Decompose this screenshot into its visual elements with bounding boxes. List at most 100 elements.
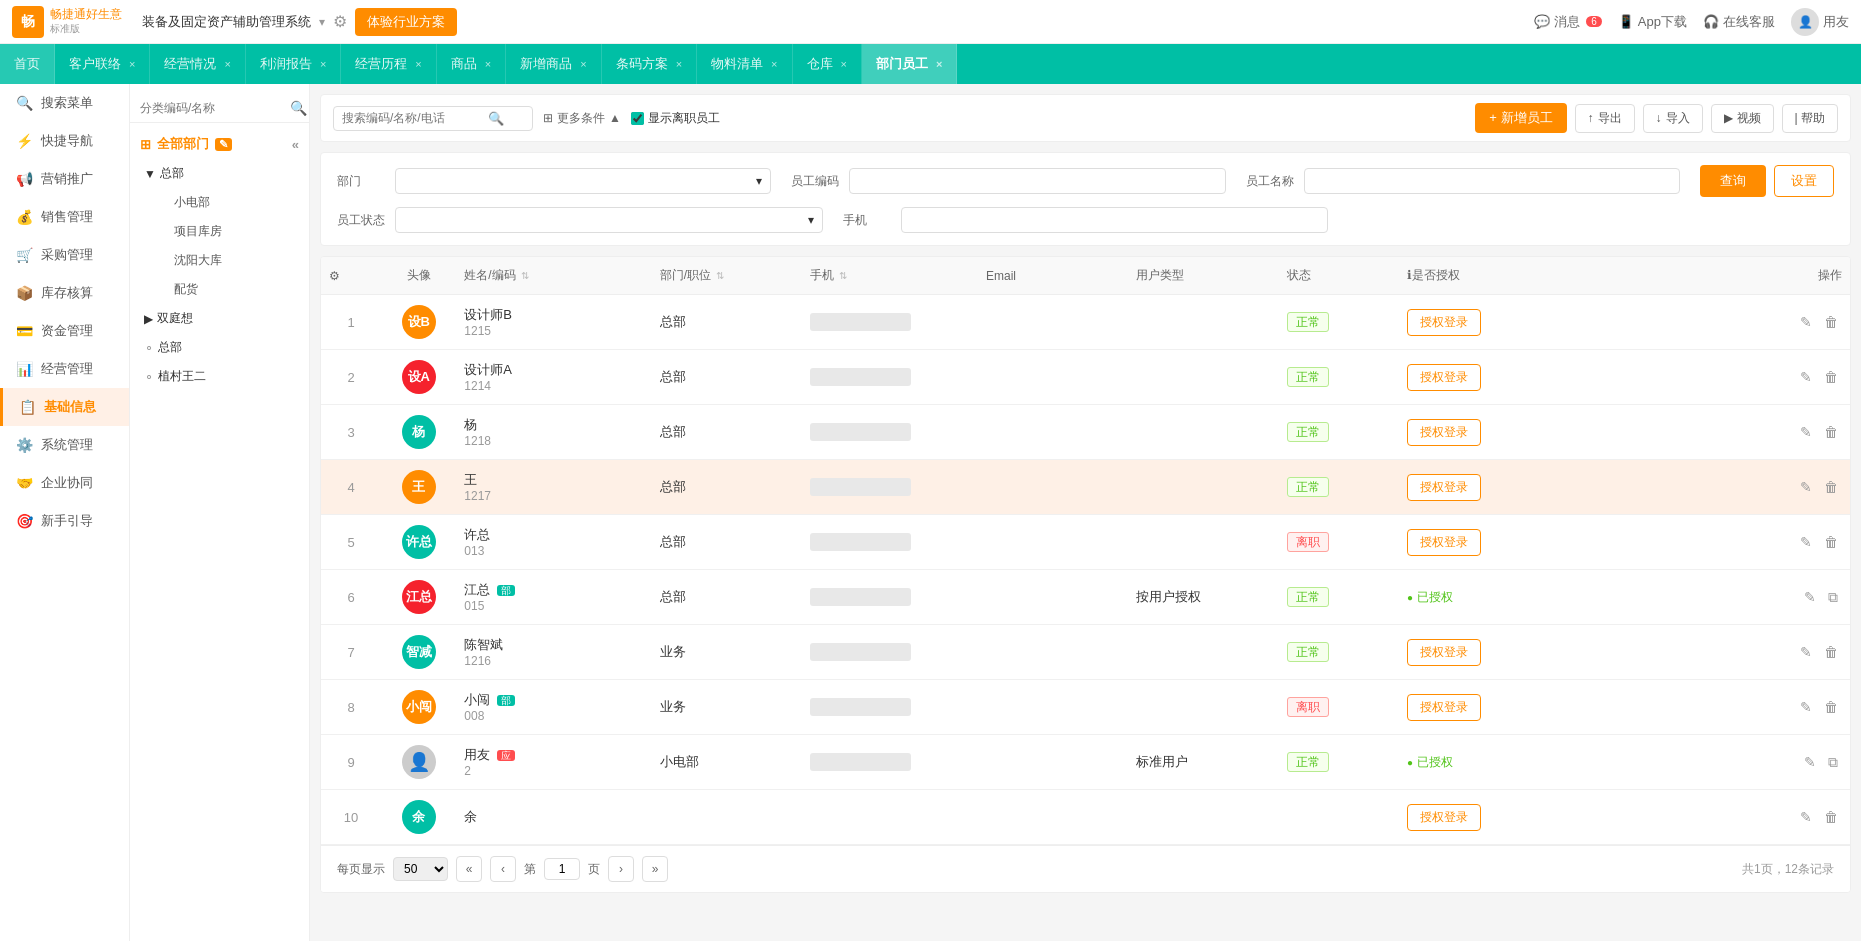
message-btn[interactable]: 💬 消息 6 <box>1534 13 1602 31</box>
sidebar-item-guide[interactable]: 🎯 新手引导 <box>0 502 129 540</box>
tab-employees[interactable]: 部门员工 × <box>862 44 957 84</box>
tab-home[interactable]: 首页 <box>0 44 55 84</box>
dept-select[interactable]: ▾ <box>395 168 771 194</box>
auth-login-button[interactable]: 授权登录 <box>1407 309 1481 336</box>
more-conditions-btn[interactable]: ⊞ 更多条件 ▲ <box>543 110 621 127</box>
help-button[interactable]: | 帮助 <box>1782 104 1838 133</box>
tab-profit[interactable]: 利润报告 × <box>246 44 341 84</box>
tree-group-zongbu[interactable]: ▼ 总部 <box>130 159 309 188</box>
edit-button[interactable]: ✎ <box>1796 477 1816 497</box>
employee-name-input[interactable] <box>1304 168 1680 194</box>
edit-button[interactable]: ✎ <box>1796 367 1816 387</box>
edit-button[interactable]: ✎ <box>1796 422 1816 442</box>
edit-depts-btn[interactable]: ✎ <box>215 138 232 151</box>
tree-group-shuangling[interactable]: ▶ 双庭想 <box>130 304 309 333</box>
delete-button[interactable]: 🗑 <box>1820 477 1842 497</box>
auth-login-button[interactable]: 授权登录 <box>1407 639 1481 666</box>
th-gear[interactable]: ⚙ <box>321 257 381 295</box>
tab-close[interactable]: × <box>320 58 326 70</box>
sidebar-item-inventory[interactable]: 📦 库存核算 <box>0 274 129 312</box>
delete-button[interactable]: 🗑 <box>1820 422 1842 442</box>
first-page-button[interactable]: « <box>456 856 482 882</box>
sidebar-item-finance[interactable]: 💳 资金管理 <box>0 312 129 350</box>
tab-close[interactable]: × <box>936 58 942 70</box>
sidebar-item-system[interactable]: ⚙️ 系统管理 <box>0 426 129 464</box>
tab-close[interactable]: × <box>485 58 491 70</box>
tree-item-xiaodian[interactable]: 小电部 <box>154 188 309 217</box>
auth-login-button[interactable]: 授权登录 <box>1407 529 1481 556</box>
auth-login-button[interactable]: 授权登录 <box>1407 419 1481 446</box>
edit-button[interactable]: ✎ <box>1796 642 1816 662</box>
edit-button[interactable]: ✎ <box>1800 587 1820 607</box>
delete-button[interactable]: 🗑 <box>1820 697 1842 717</box>
video-button[interactable]: ▶ 视频 <box>1711 104 1774 133</box>
tab-warehouse[interactable]: 仓库 × <box>793 44 862 84</box>
tree-item-project[interactable]: 项目库房 <box>154 217 309 246</box>
sidebar-item-search[interactable]: 🔍 搜索菜单 <box>0 84 129 122</box>
query-button[interactable]: 查询 <box>1700 165 1766 197</box>
th-dept[interactable]: 部门/职位 ⇅ <box>652 257 802 295</box>
app-download-btn[interactable]: 📱 App下载 <box>1618 13 1687 31</box>
phone-input[interactable] <box>901 207 1329 233</box>
export-button[interactable]: ↑ 导出 <box>1575 104 1635 133</box>
per-page-select[interactable]: 50 100 <box>393 857 448 881</box>
user-menu[interactable]: 👤 用友 <box>1791 8 1849 36</box>
auth-login-button[interactable]: 授权登录 <box>1407 694 1481 721</box>
edit-button[interactable]: ✎ <box>1796 532 1816 552</box>
tab-close[interactable]: × <box>771 58 777 70</box>
sidebar-item-purchase[interactable]: 🛒 采购管理 <box>0 236 129 274</box>
sidebar-item-sales[interactable]: 💰 销售管理 <box>0 198 129 236</box>
delete-button[interactable]: 🗑 <box>1820 312 1842 332</box>
delete-button[interactable]: 🗑 <box>1820 532 1842 552</box>
search-input[interactable] <box>342 111 482 125</box>
sidebar-item-mgmt[interactable]: 📊 经营管理 <box>0 350 129 388</box>
sidebar-item-basic[interactable]: 📋 基础信息 <box>0 388 129 426</box>
tab-close[interactable]: × <box>224 58 230 70</box>
edit-button[interactable]: ✎ <box>1800 752 1820 772</box>
tab-history[interactable]: 经营历程 × <box>341 44 436 84</box>
edit-button[interactable]: ✎ <box>1796 312 1816 332</box>
tree-search-input[interactable] <box>140 101 290 115</box>
edit-button[interactable]: ✎ <box>1796 807 1816 827</box>
delete-button[interactable]: 🗑 <box>1820 642 1842 662</box>
delete-button[interactable]: 🗑 <box>1820 807 1842 827</box>
resigned-checkbox-input[interactable] <box>631 112 644 125</box>
tab-add-product[interactable]: 新增商品 × <box>506 44 601 84</box>
page-number-input[interactable] <box>544 858 580 880</box>
add-employee-button[interactable]: + 新增员工 <box>1475 103 1566 133</box>
th-phone[interactable]: 手机 ⇅ <box>802 257 978 295</box>
settings-icon[interactable]: ⚙ <box>333 12 347 31</box>
edit-button[interactable]: ✎ <box>1796 697 1816 717</box>
tab-close[interactable]: × <box>129 58 135 70</box>
copy-button[interactable]: ⧉ <box>1824 587 1842 608</box>
sidebar-item-nav[interactable]: ⚡ 快捷导航 <box>0 122 129 160</box>
copy-button[interactable]: ⧉ <box>1824 752 1842 773</box>
auth-login-button[interactable]: 授权登录 <box>1407 364 1481 391</box>
status-select[interactable]: ▾ <box>395 207 823 233</box>
show-resigned-checkbox[interactable]: 显示离职员工 <box>631 110 720 127</box>
last-page-button[interactable]: » <box>642 856 668 882</box>
tab-operations[interactable]: 经营情况 × <box>150 44 245 84</box>
tree-group-zongbu2[interactable]: ⚬ 总部 <box>130 333 309 362</box>
filter-settings-button[interactable]: 设置 <box>1774 165 1834 197</box>
auth-login-button[interactable]: 授权登录 <box>1407 474 1481 501</box>
tab-customers[interactable]: 客户联络 × <box>55 44 150 84</box>
tree-group-zhicun[interactable]: ⚬ 植村王二 <box>130 362 309 391</box>
next-page-button[interactable]: › <box>608 856 634 882</box>
collapse-tree-btn[interactable]: « <box>292 137 299 152</box>
prev-page-button[interactable]: ‹ <box>490 856 516 882</box>
tab-close[interactable]: × <box>676 58 682 70</box>
import-button[interactable]: ↓ 导入 <box>1643 104 1703 133</box>
employee-code-input[interactable] <box>849 168 1225 194</box>
tab-barcode[interactable]: 条码方案 × <box>602 44 697 84</box>
tab-products[interactable]: 商品 × <box>437 44 506 84</box>
trial-button[interactable]: 体验行业方案 <box>355 8 457 36</box>
delete-button[interactable]: 🗑 <box>1820 367 1842 387</box>
th-name[interactable]: 姓名/编码 ⇅ <box>456 257 651 295</box>
sidebar-item-marketing[interactable]: 📢 营销推广 <box>0 160 129 198</box>
tab-close[interactable]: × <box>415 58 421 70</box>
sidebar-item-collab[interactable]: 🤝 企业协同 <box>0 464 129 502</box>
auth-login-button[interactable]: 授权登录 <box>1407 804 1481 831</box>
service-btn[interactable]: 🎧 在线客服 <box>1703 13 1775 31</box>
tab-bom[interactable]: 物料清单 × <box>697 44 792 84</box>
